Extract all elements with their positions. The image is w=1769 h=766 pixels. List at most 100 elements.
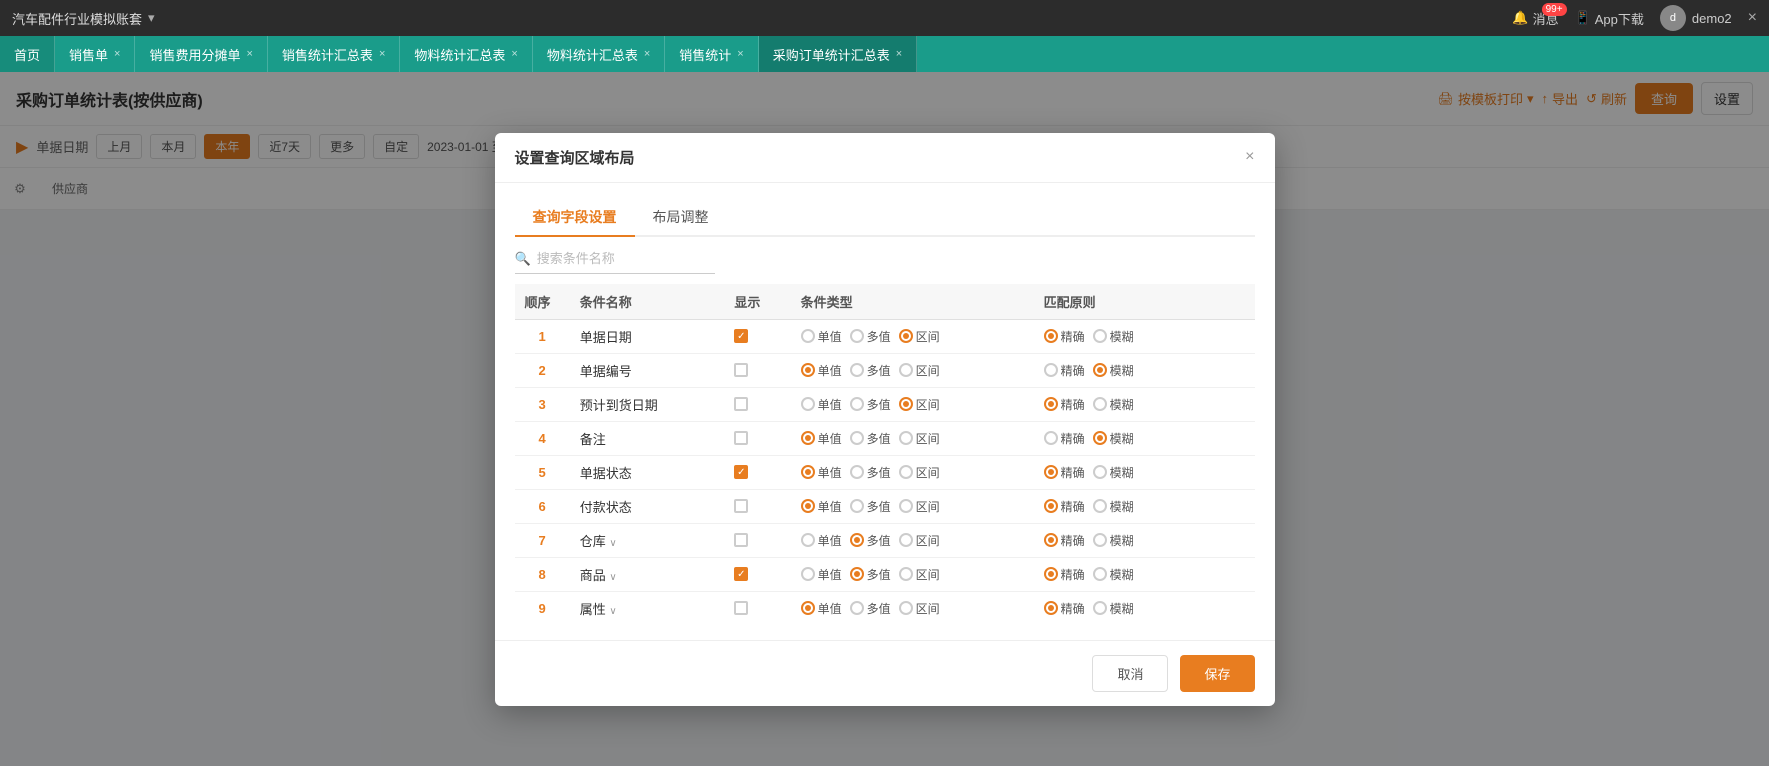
type-radio-option[interactable]: 单值 [801,464,842,481]
window-close-btn[interactable]: × [1748,9,1757,27]
notification-btn[interactable]: 🔔 消息 99+ [1512,9,1558,28]
user-area[interactable]: d demo2 [1660,5,1732,31]
type-radio-option[interactable]: 区间 [899,328,940,345]
type-radio-option[interactable]: 多值 [850,464,891,481]
show-checkbox[interactable] [734,397,748,411]
type-radio-option[interactable]: 区间 [899,600,940,617]
type-radio-option[interactable]: 多值 [850,600,891,617]
type-radio-option[interactable]: 单值 [801,498,842,515]
type-radio-option[interactable]: 单值 [801,600,842,617]
rule-radio-option[interactable]: 精确 [1044,464,1085,481]
cell-show[interactable]: ✓ [724,455,790,489]
type-radio-option[interactable]: 单值 [801,532,842,549]
tab-sales-stat[interactable]: 销售统计汇总表 × [268,36,400,72]
show-checkbox[interactable] [734,363,748,377]
rule-radio-option[interactable]: 精确 [1044,566,1085,583]
tab-sales-expense[interactable]: 销售费用分摊单 × [135,36,267,72]
radio-label: 多值 [867,566,891,583]
rule-radio-option[interactable]: 模糊 [1093,566,1134,583]
type-radio-option[interactable]: 区间 [899,362,940,379]
cell-show[interactable]: ✓ [724,557,790,591]
cell-type: 单值多值区间 [791,455,1034,489]
rule-radio-group: 精确模糊 [1044,600,1245,617]
type-radio-option[interactable]: 多值 [850,396,891,413]
show-checkbox[interactable]: ✓ [734,465,748,479]
type-radio-option[interactable]: 多值 [850,328,891,345]
rule-radio-option[interactable]: 模糊 [1093,362,1134,379]
rule-radio-option[interactable]: 模糊 [1093,396,1134,413]
type-radio-option[interactable]: 区间 [899,566,940,583]
tab-sales-stat2-close[interactable]: × [737,48,743,60]
show-checkbox[interactable]: ✓ [734,329,748,343]
tab-layout-adjust[interactable]: 布局调整 [635,199,727,237]
cell-show[interactable] [724,421,790,455]
type-radio-option[interactable]: 单值 [801,566,842,583]
show-checkbox[interactable] [734,533,748,547]
type-radio-option[interactable]: 区间 [899,464,940,481]
rule-radio-option[interactable]: 模糊 [1093,328,1134,345]
type-radio-option[interactable]: 单值 [801,328,842,345]
radio-label: 单值 [818,430,842,447]
type-radio-option[interactable]: 单值 [801,362,842,379]
cell-name: 单据状态 [570,455,725,489]
rule-radio-option[interactable]: 精确 [1044,362,1085,379]
search-input[interactable] [537,251,697,266]
tab-sales-expense-close[interactable]: × [246,48,252,60]
tab-material-stat[interactable]: 物料统计汇总表 × [400,36,532,72]
cancel-button[interactable]: 取消 [1092,655,1168,692]
radio-circle [850,397,864,411]
app-download-btn[interactable]: 📱 App下载 [1575,9,1644,28]
show-checkbox[interactable]: ✓ [734,567,748,581]
cell-show[interactable] [724,591,790,624]
type-radio-option[interactable]: 单值 [801,430,842,447]
rule-radio-option[interactable]: 模糊 [1093,464,1134,481]
type-radio-option[interactable]: 多值 [850,566,891,583]
rule-radio-option[interactable]: 精确 [1044,430,1085,447]
type-radio-option[interactable]: 多值 [850,362,891,379]
tab-purchase-stat-label: 采购订单统计汇总表 [773,45,890,64]
radio-circle [899,465,913,479]
dropdown-arrow-icon[interactable]: ▾ [148,10,155,26]
tab-sales-stat-close[interactable]: × [379,48,385,60]
type-radio-option[interactable]: 多值 [850,430,891,447]
tab-sales-close[interactable]: × [114,48,120,60]
type-radio-option[interactable]: 区间 [899,532,940,549]
rule-radio-option[interactable]: 精确 [1044,328,1085,345]
rule-radio-option[interactable]: 精确 [1044,532,1085,549]
tab-home-label: 首页 [14,45,40,64]
rule-radio-option[interactable]: 模糊 [1093,600,1134,617]
cell-show[interactable] [724,489,790,523]
tab-material-stat2[interactable]: 物料统计汇总表 × [533,36,665,72]
type-radio-option[interactable]: 多值 [850,498,891,515]
radio-circle [1044,499,1058,513]
type-radio-option[interactable]: 单值 [801,396,842,413]
tab-purchase-stat[interactable]: 采购订单统计汇总表 × [759,36,917,72]
tab-query-fields[interactable]: 查询字段设置 [515,199,635,237]
type-radio-option[interactable]: 区间 [899,498,940,515]
rule-radio-option[interactable]: 精确 [1044,498,1085,515]
tab-sales-stat2[interactable]: 销售统计 × [665,36,758,72]
tab-home[interactable]: 首页 [0,36,55,72]
rule-radio-option[interactable]: 模糊 [1093,430,1134,447]
tab-material-stat2-close[interactable]: × [644,48,650,60]
radio-label: 模糊 [1110,498,1134,515]
type-radio-option[interactable]: 多值 [850,532,891,549]
type-radio-option[interactable]: 区间 [899,430,940,447]
cell-show[interactable] [724,523,790,557]
show-checkbox[interactable] [734,601,748,615]
tab-purchase-stat-close[interactable]: × [896,48,902,60]
save-button[interactable]: 保存 [1180,655,1254,692]
rule-radio-option[interactable]: 精确 [1044,396,1085,413]
tab-sales[interactable]: 销售单 × [55,36,135,72]
cell-show[interactable] [724,387,790,421]
rule-radio-option[interactable]: 模糊 [1093,498,1134,515]
type-radio-option[interactable]: 区间 [899,396,940,413]
show-checkbox[interactable] [734,431,748,445]
rule-radio-option[interactable]: 模糊 [1093,532,1134,549]
modal-close-btn[interactable]: × [1245,148,1254,166]
cell-show[interactable] [724,353,790,387]
tab-material-stat-close[interactable]: × [511,48,517,60]
cell-show[interactable]: ✓ [724,319,790,353]
rule-radio-option[interactable]: 精确 [1044,600,1085,617]
show-checkbox[interactable] [734,499,748,513]
